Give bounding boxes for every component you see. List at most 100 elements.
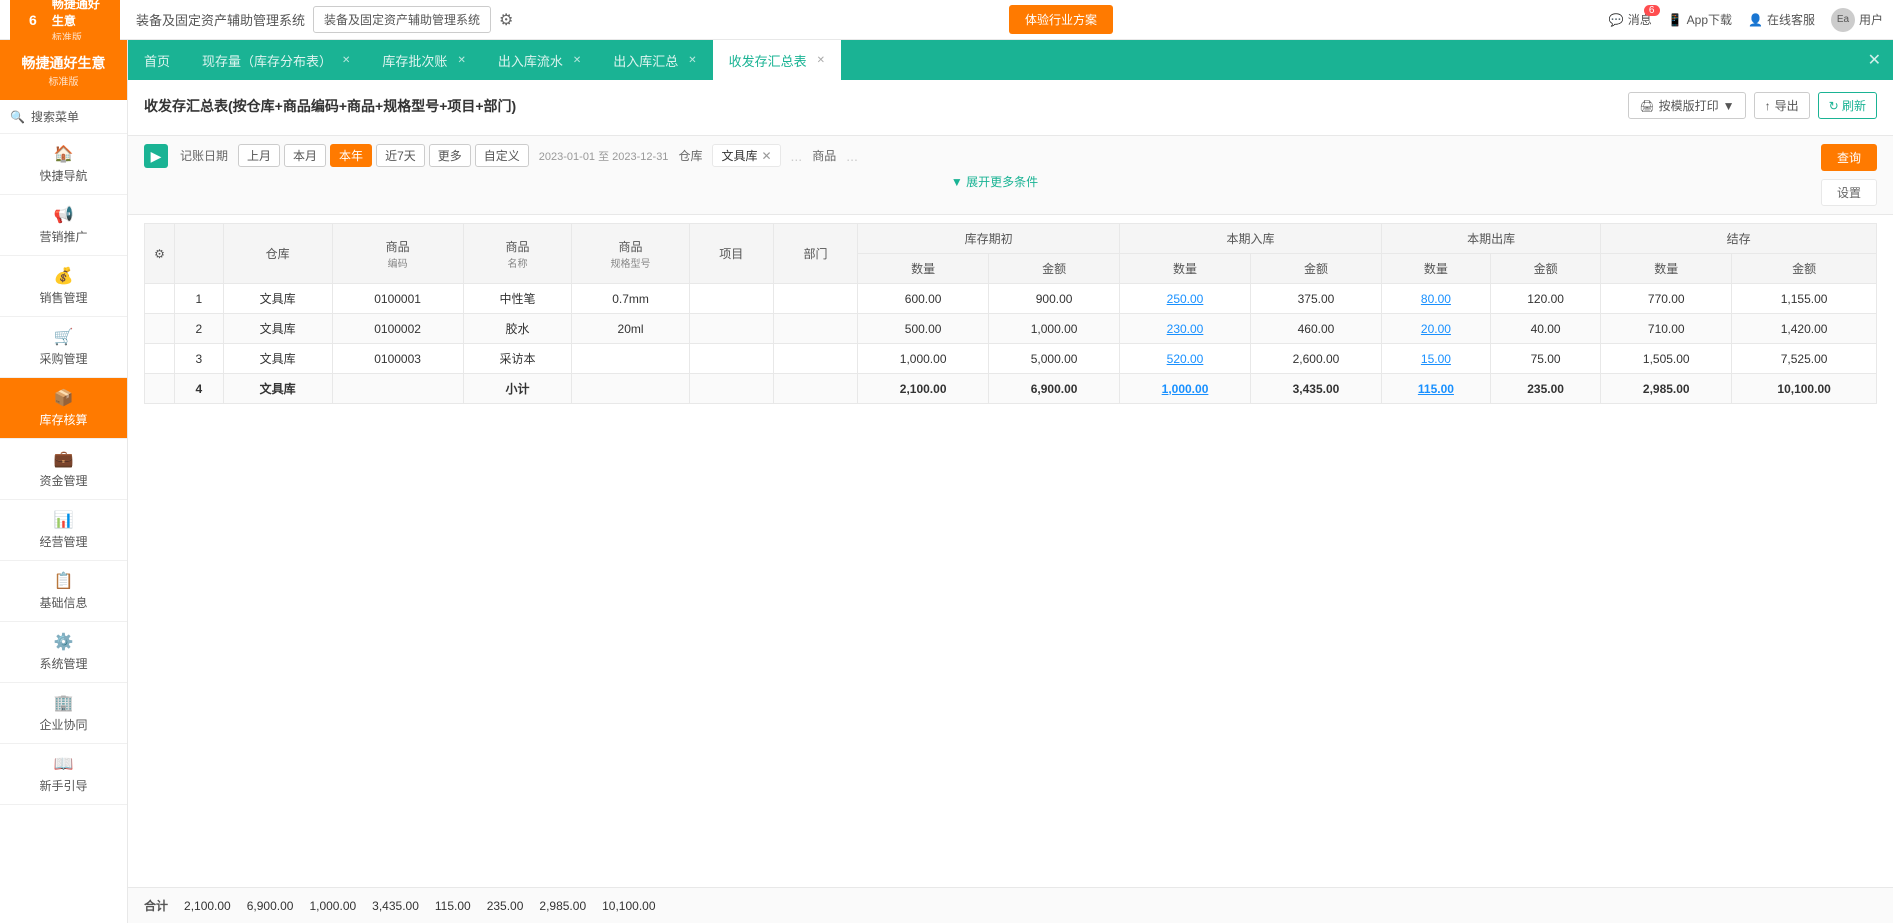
- sidebar-item-finance[interactable]: 💼 资金管理: [0, 439, 127, 500]
- out-qty-link[interactable]: 15.00: [1421, 352, 1451, 366]
- sidebar-item-quick-nav[interactable]: 🏠 快捷导航: [0, 134, 127, 195]
- settings-icon-btn[interactable]: ⚙: [499, 10, 513, 30]
- th-settings[interactable]: ⚙: [145, 224, 175, 284]
- tab-receive-send[interactable]: 收发存汇总表 ✕: [713, 40, 841, 80]
- warehouse-label: 仓库: [678, 147, 702, 164]
- date-btn-custom[interactable]: 自定义: [475, 144, 529, 167]
- cell-opening-qty: 500.00: [858, 314, 989, 344]
- tab-receive-send-label: 收发存汇总表: [729, 51, 807, 70]
- sidebar-item-label: 资金管理: [39, 472, 87, 489]
- export-icon: ↑: [1765, 99, 1771, 113]
- export-btn[interactable]: ↑ 导出: [1754, 92, 1810, 119]
- cell-in-qty[interactable]: 230.00: [1120, 314, 1251, 344]
- total-opening-amt: 6,900.00: [247, 899, 294, 913]
- gear-icon[interactable]: ⚙: [154, 247, 165, 261]
- in-qty-link[interactable]: 520.00: [1167, 352, 1204, 366]
- out-qty-link[interactable]: 115.00: [1418, 382, 1454, 396]
- out-qty-link[interactable]: 80.00: [1421, 292, 1451, 306]
- date-btn-more[interactable]: 更多: [429, 144, 471, 167]
- th-opening-stock: 库存期初: [858, 224, 1120, 254]
- filter-top-row: 记账日期 上月 本月 本年 近7天 更多 自定义 2023-01-01 至 20…: [180, 144, 1809, 167]
- goods-dots[interactable]: ...: [846, 148, 858, 164]
- experience-btn[interactable]: 体验行业方案: [1009, 5, 1113, 34]
- close-all-tabs[interactable]: ✕: [1856, 50, 1893, 70]
- tab-in-out-summary[interactable]: 出入库汇总 ✕: [597, 40, 712, 80]
- cell-goods-spec: [572, 374, 689, 404]
- tab-home[interactable]: 首页: [128, 40, 186, 80]
- sidebar-item-inventory[interactable]: 📦 库存核算: [0, 378, 127, 439]
- th-bal-qty: 数量: [1601, 254, 1732, 284]
- date-btn-7days[interactable]: 近7天: [376, 144, 425, 167]
- warehouse-dots[interactable]: ...: [791, 148, 803, 164]
- sidebar-item-purchase[interactable]: 🛒 采购管理: [0, 317, 127, 378]
- sidebar-item-search[interactable]: 🔍 搜索菜单: [0, 100, 127, 134]
- sidebar-item-basic-info[interactable]: 📋 基础信息: [0, 561, 127, 622]
- sidebar-item-operations[interactable]: 📊 经营管理: [0, 500, 127, 561]
- warehouse-tag-close[interactable]: ✕: [761, 149, 771, 163]
- tab-stock-dist[interactable]: 现存量（库存分布表） ✕: [186, 40, 366, 80]
- cell-dept: [773, 284, 857, 314]
- set-btn[interactable]: 设置: [1821, 179, 1877, 206]
- tab-in-out-summary-close[interactable]: ✕: [688, 55, 696, 66]
- tab-batch-close[interactable]: ✕: [457, 55, 465, 66]
- filter-toggle-btn[interactable]: ▶: [144, 144, 168, 168]
- date-btn-this-year[interactable]: 本年: [330, 144, 372, 167]
- sidebar-item-label: 快捷导航: [39, 167, 87, 184]
- cell-goods-name: 采访本: [463, 344, 572, 374]
- cell-warehouse: 文具库: [223, 314, 332, 344]
- system-icon: ⚙️: [54, 632, 74, 652]
- th-out-qty: 数量: [1381, 254, 1490, 284]
- cell-project: [689, 314, 773, 344]
- cell-in-qty[interactable]: 250.00: [1120, 284, 1251, 314]
- tab-receive-send-close[interactable]: ✕: [817, 55, 825, 66]
- out-qty-link[interactable]: 20.00: [1421, 322, 1451, 336]
- cell-in-qty[interactable]: 520.00: [1120, 344, 1251, 374]
- cell-out-qty[interactable]: 115.00: [1381, 374, 1490, 404]
- cell-out-qty[interactable]: 15.00: [1381, 344, 1490, 374]
- sidebar-item-system[interactable]: ⚙️ 系统管理: [0, 622, 127, 683]
- sidebar-item-sales[interactable]: 💰 销售管理: [0, 256, 127, 317]
- main-layout: 畅捷通好生意 标准版 🔍 搜索菜单 🏠 快捷导航 📢 营销推广 💰 销售管理 🛒: [0, 40, 1893, 923]
- logo-text: 畅捷通好生意: [52, 0, 110, 29]
- cell-balance-qty: 710.00: [1601, 314, 1732, 344]
- th-project: 项目: [689, 224, 773, 284]
- query-btn[interactable]: 查询: [1821, 144, 1877, 171]
- app-download-item[interactable]: 📱 App下载: [1668, 11, 1732, 28]
- sidebar-item-enterprise[interactable]: 🏢 企业协同: [0, 683, 127, 744]
- th-dept: 部门: [773, 224, 857, 284]
- cell-out-qty[interactable]: 80.00: [1381, 284, 1490, 314]
- user-item[interactable]: Ea 用户: [1831, 8, 1883, 32]
- sidebar-logo: 畅捷通好生意 标准版: [0, 40, 127, 100]
- sidebar-item-guide[interactable]: 📖 新手引导: [0, 744, 127, 805]
- expand-conditions-btn[interactable]: ▼ 展开更多条件: [951, 173, 1038, 190]
- date-btn-this-month[interactable]: 本月: [284, 144, 326, 167]
- in-qty-link[interactable]: 250.00: [1167, 292, 1204, 306]
- cell-settings: [145, 344, 175, 374]
- refresh-icon: ↻: [1829, 99, 1839, 113]
- tab-in-out-flow[interactable]: 出入库流水 ✕: [482, 40, 597, 80]
- th-warehouse: 仓库: [223, 224, 332, 284]
- cell-in-qty[interactable]: 1,000.00: [1120, 374, 1251, 404]
- top-bar-right: 💬 6 消息 📱 App下载 👤 在线客服 Ea 用户: [1609, 8, 1883, 32]
- tab-batch[interactable]: 库存批次账 ✕: [366, 40, 481, 80]
- logo-icon: 6: [20, 4, 46, 36]
- th-opening-qty: 数量: [858, 254, 989, 284]
- print-btn[interactable]: 🖨 按模版打印 ▼: [1628, 92, 1745, 119]
- export-label: 导出: [1775, 97, 1799, 114]
- page-content: 收发存汇总表(按仓库+商品编码+商品+规格型号+项目+部门) 🖨 按模版打印 ▼…: [128, 80, 1893, 887]
- refresh-label: 刷新: [1842, 99, 1866, 113]
- tab-in-out-flow-close[interactable]: ✕: [573, 55, 581, 66]
- cell-out-qty[interactable]: 20.00: [1381, 314, 1490, 344]
- date-btn-last-month[interactable]: 上月: [238, 144, 280, 167]
- sidebar-item-marketing[interactable]: 📢 营销推广: [0, 195, 127, 256]
- refresh-btn[interactable]: ↻ 刷新: [1818, 92, 1877, 119]
- in-qty-link[interactable]: 230.00: [1167, 322, 1204, 336]
- th-in-qty: 数量: [1120, 254, 1251, 284]
- cell-opening-amt: 6,900.00: [989, 374, 1120, 404]
- in-qty-link[interactable]: 1,000.00: [1162, 382, 1209, 396]
- notification-item[interactable]: 💬 6 消息: [1609, 11, 1652, 28]
- online-service-item[interactable]: 👤 在线客服: [1748, 11, 1815, 28]
- system-dropdown[interactable]: 装备及固定资产辅助管理系统: [313, 6, 491, 33]
- cell-opening-amt: 900.00: [989, 284, 1120, 314]
- tab-stock-dist-close[interactable]: ✕: [342, 55, 350, 66]
